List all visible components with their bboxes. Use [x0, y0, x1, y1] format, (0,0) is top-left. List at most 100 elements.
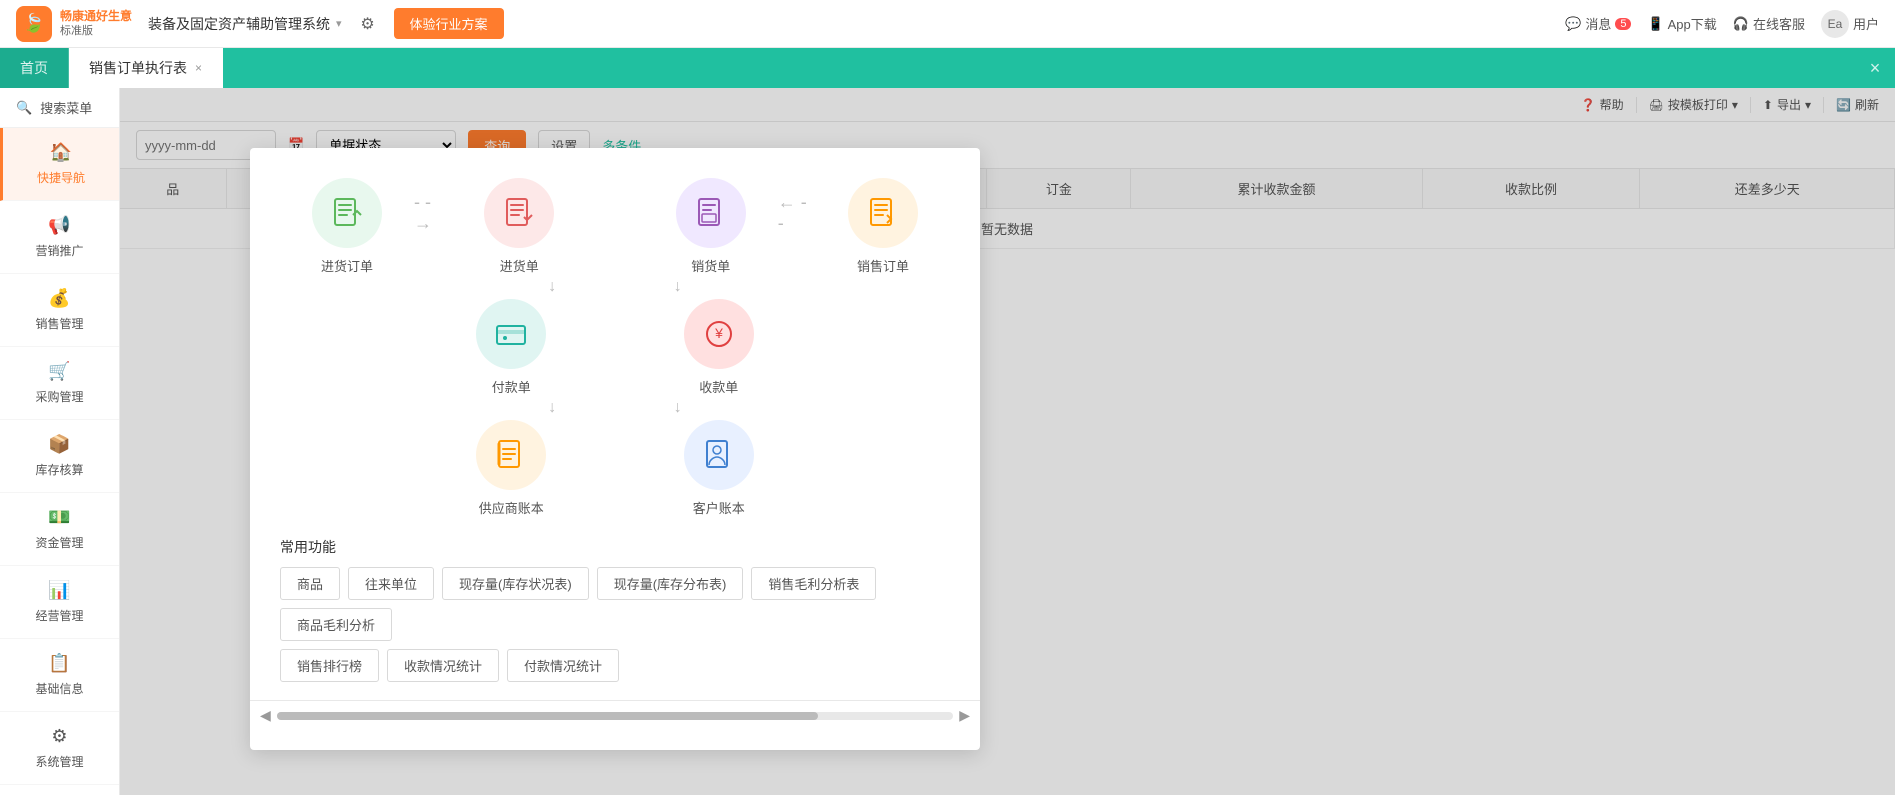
sidebar-item-sales[interactable]: 💰 销售管理 — [0, 274, 119, 347]
flow-node-payment-in[interactable]: ¥ 收款单 — [649, 299, 789, 396]
tab-home-label: 首页 — [20, 58, 48, 78]
sidebar-item-inventory[interactable]: 📦 库存核算 — [0, 420, 119, 493]
func-btn-sales-rank[interactable]: 销售排行榜 — [280, 649, 379, 682]
func-btn-sales-profit[interactable]: 销售毛利分析表 — [751, 567, 876, 600]
arrow-so-to-sr: ← - - — [778, 192, 816, 262]
system-name-area: 装备及固定资产辅助管理系统 ▾ — [148, 14, 342, 34]
sidebar-item-finance[interactable]: 💵 资金管理 — [0, 493, 119, 566]
customer-ledger-icon — [684, 420, 754, 490]
flow-node-supplier-ledger[interactable]: 供应商账本 — [441, 420, 581, 517]
app-container: 🍃 畅康通好生意 标准版 装备及固定资产辅助管理系统 ▾ ⚙ 体验行业方案 💬 … — [0, 0, 1895, 795]
service-icon: 🎧 — [1733, 16, 1749, 32]
marketing-icon: 📢 — [48, 215, 70, 236]
search-icon: 🔍 — [16, 100, 32, 116]
tab-bar: 首页 销售订单执行表 × × — [0, 48, 1895, 88]
logo-icon: 🍃 — [16, 6, 52, 42]
func-buttons-row2: 销售排行榜 收款情况统计 付款情况统计 — [280, 649, 950, 682]
sidebar-item-collab[interactable]: 🤝 企业协同 — [0, 785, 119, 795]
sidebar-item-system[interactable]: ⚙ 系统管理 — [0, 712, 119, 785]
flow-node-payment-out[interactable]: 付款单 — [441, 299, 581, 396]
message-button[interactable]: 💬 消息 5 — [1565, 14, 1631, 33]
func-btn-stock-status[interactable]: 现存量(库存状况表) — [442, 567, 589, 600]
window-close-button[interactable]: × — [1855, 48, 1895, 88]
top-header: 🍃 畅康通好生意 标准版 装备及固定资产辅助管理系统 ▾ ⚙ 体验行业方案 💬 … — [0, 0, 1895, 48]
system-icon: ⚙ — [51, 726, 67, 747]
scroll-right-button[interactable]: ▶ — [959, 707, 970, 724]
settings-button[interactable]: ⚙ — [354, 10, 382, 38]
sidebar-item-marketing[interactable]: 📢 营销推广 — [0, 201, 119, 274]
sale-order-icon — [848, 178, 918, 248]
service-label: 在线客服 — [1753, 14, 1805, 33]
finance-label: 资金管理 — [35, 534, 83, 551]
search-menu-label: 搜索菜单 — [40, 98, 92, 117]
logo-area: 🍃 畅康通好生意 标准版 — [16, 6, 136, 42]
sidebar: 🔍 搜索菜单 🏠 快捷导航 📢 营销推广 💰 销售管理 🛒 采购管理 📦 — [0, 88, 120, 795]
func-btn-goods[interactable]: 商品 — [280, 567, 340, 600]
flow-node-sale-order[interactable]: 销售订单 — [816, 178, 950, 275]
func-btn-payment-stats[interactable]: 付款情况统计 — [507, 649, 619, 682]
scroll-left-button[interactable]: ◀ — [260, 707, 271, 724]
base-icon: 📋 — [48, 653, 70, 674]
base-label: 基础信息 — [35, 680, 83, 697]
purchase-receipt-icon — [484, 178, 554, 248]
logo-line2: 标准版 — [60, 24, 132, 38]
sidebar-item-quick-nav[interactable]: 🏠 快捷导航 — [0, 128, 119, 201]
flow-node-sale-receipt[interactable]: 销货单 — [644, 178, 778, 275]
sales-label: 销售管理 — [35, 315, 83, 332]
common-functions-section: 常用功能 商品 往来单位 现存量(库存状况表) 现存量(库存分布表) 销售毛利分… — [250, 527, 980, 700]
header-right: 💬 消息 5 📱 App下载 🎧 在线客服 Ea 用户 — [1565, 10, 1879, 38]
tab-home[interactable]: 首页 — [0, 48, 69, 88]
tab-sales-order[interactable]: 销售订单执行表 × — [69, 48, 223, 88]
quick-nav-label: 快捷导航 — [37, 169, 85, 186]
sale-order-label: 销售订单 — [857, 256, 909, 275]
payment-out-icon — [476, 299, 546, 369]
purchase-icon: 🛒 — [48, 361, 70, 382]
inventory-label: 库存核算 — [35, 461, 83, 478]
app-download-label: App下载 — [1668, 14, 1717, 33]
customer-ledger-label: 客户账本 — [693, 498, 745, 517]
arrow-pay-down: ↓ — [548, 396, 556, 420]
system-dropdown-icon[interactable]: ▾ — [336, 17, 342, 30]
scroll-thumb — [277, 712, 818, 720]
ops-icon: 📊 — [48, 580, 70, 601]
download-icon: 📱 — [1647, 16, 1663, 32]
arrow-pr-down: ↓ — [548, 275, 556, 299]
sale-receipt-icon — [676, 178, 746, 248]
system-name-text: 装备及固定资产辅助管理系统 — [148, 14, 330, 34]
func-btn-partner[interactable]: 往来单位 — [348, 567, 434, 600]
message-label: 消息 — [1585, 14, 1611, 33]
sidebar-item-purchase[interactable]: 🛒 采购管理 — [0, 347, 119, 420]
func-btn-goods-profit[interactable]: 商品毛利分析 — [280, 608, 392, 641]
arrow-pi-down: ↓ — [674, 396, 682, 420]
scroll-area: ◀ ▶ — [250, 700, 980, 730]
sidebar-item-ops[interactable]: 📊 经营管理 — [0, 566, 119, 639]
supplier-ledger-label: 供应商账本 — [479, 498, 544, 517]
sales-icon: 💰 — [48, 288, 70, 309]
sidebar-item-base[interactable]: 📋 基础信息 — [0, 639, 119, 712]
func-btn-stock-dist[interactable]: 现存量(库存分布表) — [597, 567, 744, 600]
app-download-button[interactable]: 📱 App下载 — [1647, 14, 1716, 33]
search-menu-item[interactable]: 🔍 搜索菜单 — [0, 88, 119, 128]
user-name: 用户 — [1853, 14, 1879, 33]
user-area[interactable]: Ea 用户 — [1821, 10, 1879, 38]
scroll-track[interactable] — [277, 712, 953, 720]
flow-section: 进货订单 - - → — [250, 148, 980, 527]
logo-line1: 畅康通好生意 — [60, 9, 132, 25]
system-label: 系统管理 — [35, 753, 83, 770]
svg-text:¥: ¥ — [714, 325, 723, 341]
flow-node-customer-ledger[interactable]: 客户账本 — [649, 420, 789, 517]
tab-close-icon[interactable]: × — [195, 61, 202, 75]
arrow-po-to-pr: - - → — [414, 192, 452, 262]
inventory-icon: 📦 — [48, 434, 70, 455]
online-service-button[interactable]: 🎧 在线客服 — [1733, 14, 1805, 33]
flow-node-purchase-order[interactable]: 进货订单 — [280, 178, 414, 275]
flow-node-purchase-receipt[interactable]: 进货单 — [452, 178, 586, 275]
trial-button[interactable]: 体验行业方案 — [394, 8, 504, 39]
tab-sales-order-label: 销售订单执行表 — [89, 58, 187, 78]
payment-in-label: 收款单 — [699, 377, 738, 396]
func-btn-receipt-stats[interactable]: 收款情况统计 — [387, 649, 499, 682]
purchase-receipt-label: 进货单 — [500, 256, 539, 275]
func-buttons-row1: 商品 往来单位 现存量(库存状况表) 现存量(库存分布表) 销售毛利分析表 商品… — [280, 567, 950, 641]
purchase-label: 采购管理 — [35, 388, 83, 405]
main-area: 🔍 搜索菜单 🏠 快捷导航 📢 营销推广 💰 销售管理 🛒 采购管理 📦 — [0, 88, 1895, 795]
